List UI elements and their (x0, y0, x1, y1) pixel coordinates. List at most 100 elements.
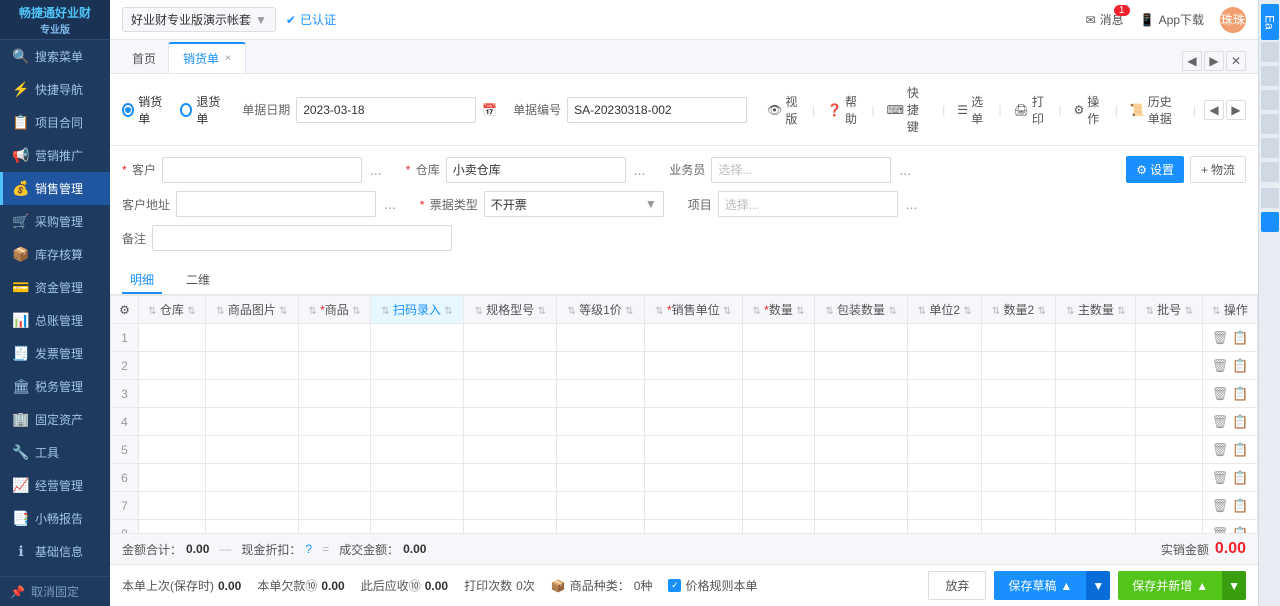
cell-qty2-7[interactable] (982, 492, 1056, 520)
cell-unit2-3[interactable] (908, 380, 982, 408)
tab-prev-button[interactable]: ◀ (1182, 51, 1202, 71)
sort-icon-main_qty[interactable]: ⇅ (1066, 306, 1074, 317)
select-order-button[interactable]: ☰ 选单 (953, 91, 990, 129)
cell-unit2-6[interactable] (908, 464, 982, 492)
cell-ops-6[interactable]: 🗑 📋 (1203, 464, 1258, 492)
side-panel-btn-4[interactable] (1261, 90, 1279, 110)
side-panel-btn-9[interactable] (1261, 212, 1279, 232)
cell-qty-2[interactable] (743, 352, 815, 380)
cell-ops-2[interactable]: 🗑 📋 (1203, 352, 1258, 380)
cell-main_qty-7[interactable] (1056, 492, 1136, 520)
side-panel-btn-3[interactable] (1261, 66, 1279, 86)
side-panel-btn-6[interactable] (1261, 138, 1279, 158)
cell-price1-3[interactable] (557, 380, 644, 408)
tab-close-all-button[interactable]: ✕ (1226, 51, 1246, 71)
cell-main_qty-3[interactable] (1056, 380, 1136, 408)
print-button[interactable]: 🖨 打印 (1010, 91, 1051, 129)
copy-row-icon-1[interactable]: 📋 (1232, 330, 1248, 346)
cell-qty2-8[interactable] (982, 520, 1056, 534)
add-row-button[interactable]: + 物流 (1190, 156, 1246, 183)
cell-spec-3[interactable] (464, 380, 557, 408)
cell-batch-2[interactable] (1136, 352, 1203, 380)
cell-spec-8[interactable] (464, 520, 557, 534)
cell-ops-5[interactable]: 🗑 📋 (1203, 436, 1258, 464)
radio-return-order[interactable]: 退货单 (180, 93, 226, 127)
delete-row-icon-1[interactable]: 🗑 (1212, 330, 1229, 346)
cell-spec-7[interactable] (464, 492, 557, 520)
delete-row-icon-7[interactable]: 🗑 (1212, 498, 1229, 514)
cell-warehouse-8[interactable] (139, 520, 206, 534)
cell-ops-3[interactable]: 🗑 📋 (1203, 380, 1258, 408)
cell-main_qty-4[interactable] (1056, 408, 1136, 436)
cell-goods-4[interactable] (298, 408, 370, 436)
cell-barcode-6[interactable] (370, 464, 463, 492)
cell-spec-6[interactable] (464, 464, 557, 492)
sidebar-item-inventory[interactable]: 📦 库存核算 (0, 238, 110, 271)
side-panel-btn-2[interactable] (1261, 42, 1279, 62)
cell-barcode-8[interactable] (370, 520, 463, 534)
sort-down-unit2[interactable]: ⇅ (963, 306, 971, 317)
col-gear[interactable]: ⚙ (111, 296, 139, 324)
save-draft-dropdown-button[interactable]: ▼ (1086, 571, 1110, 600)
warehouse-input[interactable]: 小卖仓库 (446, 157, 626, 183)
save-new-dropdown-button[interactable]: ▼ (1222, 571, 1246, 600)
side-panel-btn-8[interactable] (1261, 188, 1279, 208)
sidebar-item-capital[interactable]: 💳 资金管理 (0, 271, 110, 304)
calendar-icon[interactable]: 📅 (482, 103, 497, 117)
cell-unit-1[interactable] (644, 324, 742, 352)
cell-warehouse-5[interactable] (139, 436, 206, 464)
cell-batch-8[interactable] (1136, 520, 1203, 534)
sort-down-unit[interactable]: ⇅ (723, 306, 731, 317)
view-button[interactable]: 👁 视版 (763, 91, 804, 129)
cell-unit-7[interactable] (644, 492, 742, 520)
cell-unit-8[interactable] (644, 520, 742, 534)
cell-goods-7[interactable] (298, 492, 370, 520)
help-icon[interactable]: ? (305, 542, 312, 556)
cell-spec-2[interactable] (464, 352, 557, 380)
cell-pack_qty-4[interactable] (814, 408, 907, 436)
sort-icon-barcode[interactable]: ⇅ (381, 306, 389, 317)
cell-unit-5[interactable] (644, 436, 742, 464)
sidebar-item-search[interactable]: 🔍 搜索菜单 (0, 40, 110, 73)
sidebar-item-reports[interactable]: 📑 小畅报告 (0, 502, 110, 535)
radio-sales-order[interactable]: 销货单 (122, 93, 168, 127)
cell-barcode-3[interactable] (370, 380, 463, 408)
remark-input[interactable] (152, 225, 452, 251)
address-input[interactable] (176, 191, 376, 217)
side-panel-btn-1[interactable]: Ea (1261, 4, 1279, 40)
cell-main_qty-1[interactable] (1056, 324, 1136, 352)
customer-input[interactable] (162, 157, 362, 183)
shortcut-button[interactable]: ⌨ 快捷键 (883, 82, 935, 137)
cell-pack_qty-6[interactable] (814, 464, 907, 492)
cell-qty2-3[interactable] (982, 380, 1056, 408)
address-more-button[interactable]: ... (384, 196, 396, 212)
home-tab[interactable]: 首页 (122, 44, 166, 73)
sidebar-item-assets[interactable]: 🏢 固定资产 (0, 403, 110, 436)
sidebar-item-invoice[interactable]: 🧾 发票管理 (0, 337, 110, 370)
cell-img-6[interactable] (205, 464, 298, 492)
cell-pack_qty-3[interactable] (814, 380, 907, 408)
sort-down-price1[interactable]: ⇅ (625, 306, 633, 317)
cell-unit2-1[interactable] (908, 324, 982, 352)
sidebar-item-purchase[interactable]: 🛒 采购管理 (0, 205, 110, 238)
active-tab-sales-order[interactable]: 销货单 × (168, 42, 246, 73)
cell-goods-3[interactable] (298, 380, 370, 408)
sort-icon-price1[interactable]: ⇅ (567, 306, 575, 317)
cell-spec-5[interactable] (464, 436, 557, 464)
cell-unit-3[interactable] (644, 380, 742, 408)
cell-batch-5[interactable] (1136, 436, 1203, 464)
cell-price1-4[interactable] (557, 408, 644, 436)
sidebar-item-quicknav[interactable]: ⚡ 快捷导航 (0, 73, 110, 106)
sort-icon-spec[interactable]: ⇅ (474, 306, 482, 317)
cell-qty2-2[interactable] (982, 352, 1056, 380)
cell-main_qty-5[interactable] (1056, 436, 1136, 464)
sidebar-item-accounting[interactable]: 📊 总账管理 (0, 304, 110, 337)
copy-row-icon-7[interactable]: 📋 (1232, 498, 1248, 514)
sort-down-batch[interactable]: ⇅ (1185, 306, 1193, 317)
cell-img-3[interactable] (205, 380, 298, 408)
cell-unit-6[interactable] (644, 464, 742, 492)
cell-qty-5[interactable] (743, 436, 815, 464)
sidebar-item-sales[interactable]: 💰 销售管理 (0, 172, 110, 205)
cell-batch-1[interactable] (1136, 324, 1203, 352)
cell-pack_qty-5[interactable] (814, 436, 907, 464)
